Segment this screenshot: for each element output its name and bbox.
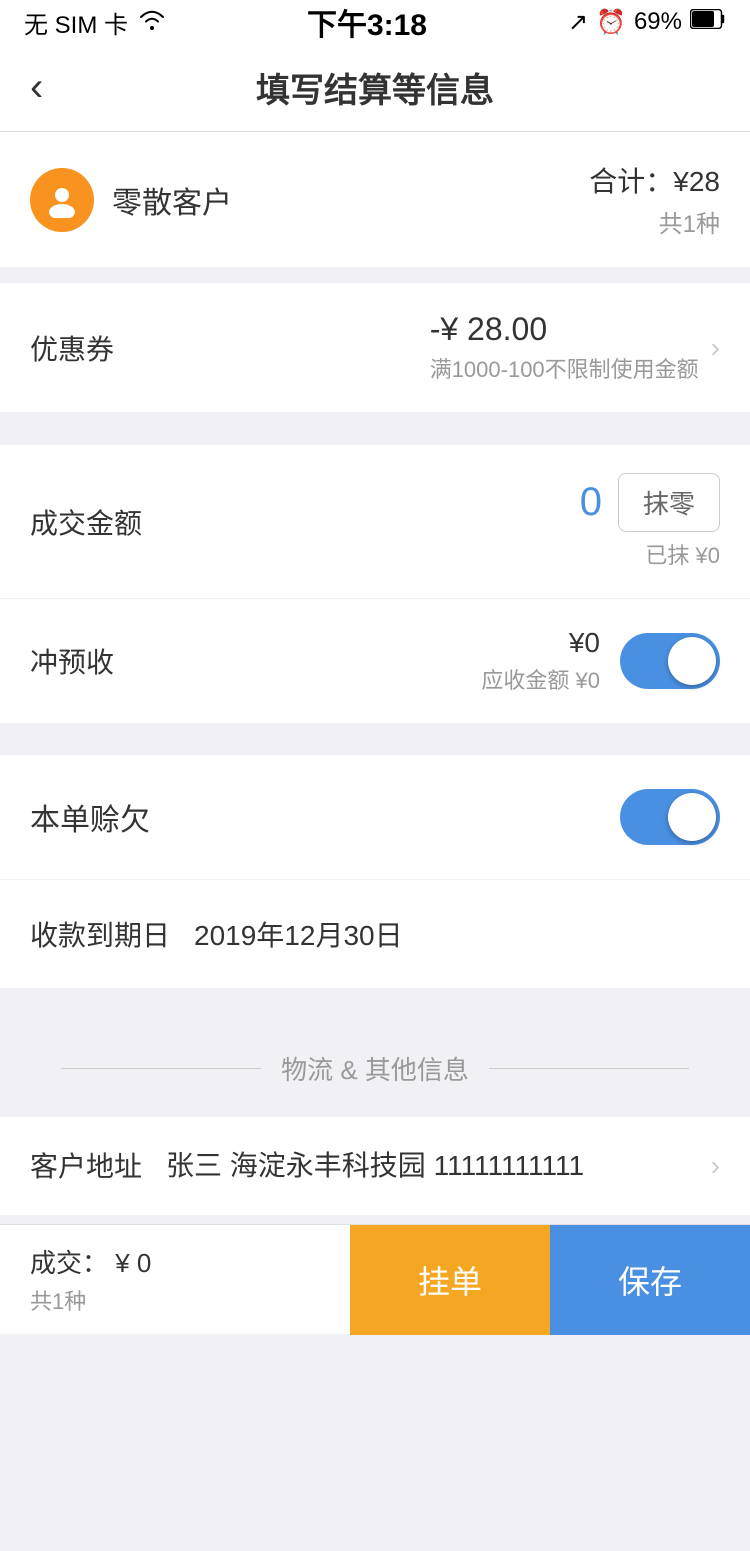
divider-1: [0, 429, 750, 445]
coupon-row[interactable]: 优惠券 -¥ 28.00 满1000-100不限制使用金额 ›: [0, 283, 750, 413]
already-rounded: 已抹 ¥0: [645, 538, 720, 570]
due-date-row: 收款到期日 2019年12月30日: [0, 879, 750, 988]
save-label: 保存: [618, 1257, 682, 1303]
debt-label: 本单赊欠: [30, 795, 150, 839]
pre-amounts: ¥0 应收金额 ¥0: [481, 627, 600, 695]
debt-toggle[interactable]: [620, 789, 720, 845]
deal-label: 成交：: [30, 1248, 108, 1278]
divider-2: [0, 739, 750, 755]
pre-received-row: 冲预收 ¥0 应收金额 ¥0: [0, 599, 750, 723]
address-left: 客户地址 张三 海淀永丰科技园 11111111111: [30, 1145, 584, 1187]
content-area: 零散客户 合计：¥28 共1种 优惠券 -¥ 28.00 满1000-100不限…: [0, 132, 750, 1551]
back-button[interactable]: ‹: [30, 65, 43, 110]
coupon-info: -¥ 28.00 满1000-100不限制使用金额: [430, 311, 699, 384]
customer-left: 零散客户: [30, 168, 232, 232]
customer-section: 零散客户 合计：¥28 共1种: [0, 132, 750, 267]
battery-icon: [690, 8, 726, 36]
save-button[interactable]: 保存: [550, 1225, 750, 1335]
wifi-icon: [138, 8, 166, 37]
address-value: 张三 海淀永丰科技园 11111111111: [166, 1145, 584, 1187]
alarm-icon: ⏰: [596, 8, 626, 37]
pre-received-right: ¥0 应收金额 ¥0: [481, 627, 720, 695]
hold-label: 挂单: [418, 1257, 482, 1303]
pre-main-amount: ¥0: [481, 627, 600, 659]
total-amount: 合计：¥28: [589, 160, 720, 200]
divider-3: [0, 1004, 750, 1020]
status-left: 无 SIM 卡: [24, 5, 166, 40]
debt-row: 本单赊欠: [0, 755, 750, 879]
coupon-label: 优惠券: [30, 328, 114, 368]
hold-button[interactable]: 挂单: [350, 1225, 550, 1335]
logistics-header: 物流 & 其他信息: [0, 1020, 750, 1117]
transaction-section: 成交金额 0 抹零 已抹 ¥0 冲预收 ¥0 应收金额 ¥0: [0, 445, 750, 723]
pre-received-toggle[interactable]: [620, 633, 720, 689]
address-row[interactable]: 客户地址 张三 海淀永丰科技园 11111111111 ›: [0, 1117, 750, 1215]
deal-amount: ¥ 0: [115, 1248, 151, 1278]
address-section[interactable]: 客户地址 张三 海淀永丰科技园 11111111111 ›: [0, 1117, 750, 1215]
transaction-right: 0 抹零 已抹 ¥0: [482, 473, 720, 570]
coupon-right: -¥ 28.00 满1000-100不限制使用金额 ›: [430, 311, 720, 384]
address-chevron-icon: ›: [711, 1150, 720, 1182]
due-date-label: 收款到期日: [30, 914, 170, 954]
chevron-right-icon: ›: [711, 332, 720, 364]
bottom-bar: 成交： ¥ 0 共1种 挂单 保存: [0, 1224, 750, 1334]
nav-title: 填写结算等信息: [256, 63, 494, 112]
transaction-label: 成交金额: [30, 502, 142, 542]
bottom-info: 成交： ¥ 0 共1种: [0, 1243, 350, 1316]
pre-received-label: 冲预收: [30, 641, 114, 681]
status-right: ↗ ⏰ 69%: [568, 8, 726, 37]
address-label: 客户地址: [30, 1145, 142, 1185]
customer-name: 零散客户: [112, 178, 232, 222]
nav-bar: ‹ 填写结算等信息: [0, 44, 750, 132]
coupon-section[interactable]: 优惠券 -¥ 28.00 满1000-100不限制使用金额 ›: [0, 283, 750, 413]
customer-right: 合计：¥28 共1种: [589, 160, 720, 239]
status-time: 下午3:18: [307, 0, 427, 44]
no-sim-text: 无 SIM 卡: [24, 5, 128, 40]
round-button[interactable]: 抹零: [618, 473, 720, 532]
status-bar: 无 SIM 卡 下午3:18 ↗ ⏰ 69%: [0, 0, 750, 44]
logistics-label: 物流 & 其他信息: [281, 1050, 469, 1087]
debt-section: 本单赊欠 收款到期日 2019年12月30日: [0, 755, 750, 988]
due-date-value: 2019年12月30日: [194, 914, 403, 954]
bottom-deal: 成交： ¥ 0: [30, 1243, 320, 1280]
battery-text: 69%: [634, 8, 682, 36]
location-icon: ↗: [568, 8, 588, 37]
total-count: 共1种: [589, 204, 720, 239]
bottom-count: 共1种: [30, 1284, 320, 1316]
coupon-sub: 满1000-100不限制使用金额: [430, 352, 699, 384]
transaction-value[interactable]: 0: [482, 480, 602, 525]
back-icon: ‹: [30, 65, 43, 109]
coupon-amount: -¥ 28.00: [430, 311, 699, 348]
debt-toggle-knob: [668, 793, 716, 841]
amount-row-inner: 0 抹零: [482, 473, 720, 532]
transaction-row: 成交金额 0 抹零 已抹 ¥0: [0, 445, 750, 599]
pre-sub-amount: 应收金额 ¥0: [481, 663, 600, 695]
toggle-knob: [668, 637, 716, 685]
avatar: [30, 168, 94, 232]
